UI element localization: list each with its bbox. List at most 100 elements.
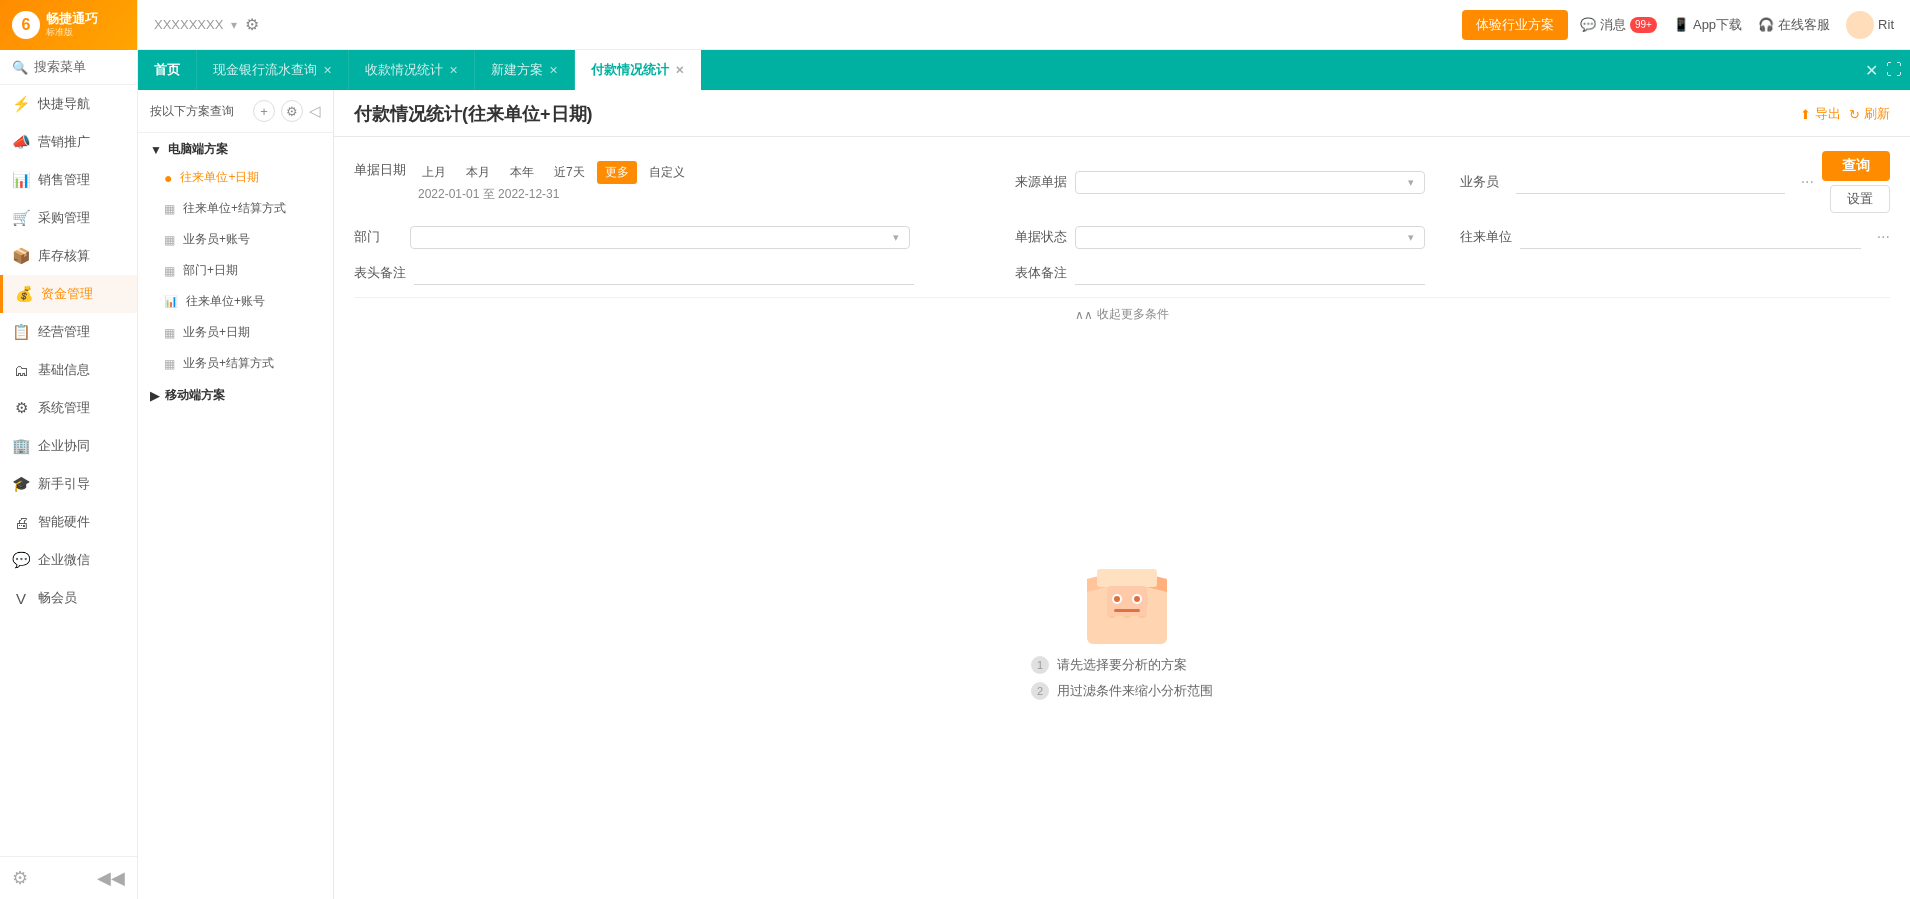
empty-illustration xyxy=(1062,544,1182,644)
online-service-btn[interactable]: 🎧 在线客服 xyxy=(1758,16,1830,34)
operations-icon: 📋 xyxy=(12,323,30,341)
scheme-item-icon-4: 📊 xyxy=(164,295,178,308)
empty-texts: 1 请先选择要分析的方案 2 用过滤条件来缩小分析范围 xyxy=(1031,656,1213,700)
scheme-item-staff-date[interactable]: ▦ 业务员+日期 xyxy=(138,317,333,348)
scheme-item-unit-date[interactable]: ● 往来单位+日期 xyxy=(138,162,333,193)
search-icon: 🔍 xyxy=(12,60,28,75)
sidebar-item-guide[interactable]: 🎓 新手引导 xyxy=(0,465,137,503)
scheme-item-staff-account[interactable]: ▦ 业务员+账号 xyxy=(138,224,333,255)
scheme-panel-header: 按以下方案查询 + ⚙ ◁ xyxy=(138,90,333,133)
tab-new-scheme-label: 新建方案 xyxy=(491,61,543,79)
body-note-input[interactable] xyxy=(1075,261,1425,285)
staff-label: 业务员 xyxy=(1460,173,1508,191)
page-actions: ⬆ 导出 ↻ 刷新 xyxy=(1800,105,1890,123)
step-num-2: 2 xyxy=(1031,682,1049,700)
header-note-input[interactable] xyxy=(414,261,914,285)
filter-row-3: 表头备注 表体备注 xyxy=(354,261,1890,285)
tab-new-scheme-close[interactable]: ✕ xyxy=(549,64,558,77)
sidebar-item-finance[interactable]: 💰 资金管理 xyxy=(0,275,137,313)
dept-select[interactable]: ▾ xyxy=(410,226,910,249)
app-download-label: App下载 xyxy=(1693,16,1742,34)
scheme-item-label: 业务员+日期 xyxy=(183,324,250,341)
tab-payments-close[interactable]: ✕ xyxy=(675,64,684,77)
scheme-item-unit-settle[interactable]: ▦ 往来单位+结算方式 xyxy=(138,193,333,224)
scheme-panel-title: 按以下方案查询 xyxy=(150,103,234,120)
scheme-item-staff-settle[interactable]: ▦ 业务员+结算方式 xyxy=(138,348,333,379)
scheme-group-desktop[interactable]: ▼ 电脑端方案 xyxy=(138,133,333,162)
refresh-btn[interactable]: ↻ 刷新 xyxy=(1849,105,1890,123)
date-last-7days[interactable]: 近7天 xyxy=(546,161,593,184)
counterpart-input[interactable] xyxy=(1520,225,1860,249)
export-btn[interactable]: ⬆ 导出 xyxy=(1800,105,1841,123)
date-this-year[interactable]: 本年 xyxy=(502,161,542,184)
scheme-item-label: 业务员+账号 xyxy=(183,231,250,248)
sidebar-item-operations[interactable]: 📋 经营管理 xyxy=(0,313,137,351)
sidebar-item-enterprise[interactable]: 🏢 企业协同 xyxy=(0,427,137,465)
collapse-sidebar-icon[interactable]: ◀◀ xyxy=(97,867,125,889)
counterpart-more-icon[interactable]: ··· xyxy=(1877,228,1890,246)
sidebar-item-label: 经营管理 xyxy=(38,323,90,341)
scheme-collapse-btn[interactable]: ◁ xyxy=(309,102,321,120)
collapse-more-btn[interactable]: ∧∧ 收起更多条件 xyxy=(354,297,1890,331)
sidebar-item-quick-nav[interactable]: ⚡ 快捷导航 xyxy=(0,85,137,123)
app-download-btn[interactable]: 📱 App下载 xyxy=(1673,16,1742,34)
add-scheme-btn[interactable]: + xyxy=(253,100,275,122)
scheme-item-unit-account[interactable]: 📊 往来单位+账号 xyxy=(138,286,333,317)
empty-step-2: 2 用过滤条件来缩小分析范围 xyxy=(1031,682,1213,700)
tab-payments-label: 付款情况统计 xyxy=(591,61,669,79)
source-label: 来源单据 xyxy=(1015,173,1067,191)
search-menu[interactable]: 🔍 搜索菜单 xyxy=(0,50,137,85)
tab-new-scheme[interactable]: 新建方案 ✕ xyxy=(475,50,575,90)
scheme-panel: 按以下方案查询 + ⚙ ◁ ▼ 电脑端方案 ● 往来单位+日期 ▦ 往来单位+结… xyxy=(138,90,334,899)
filter-settings-btn[interactable]: 设置 xyxy=(1830,185,1890,213)
settings-footer-icon[interactable]: ⚙ xyxy=(12,867,28,889)
tab-receivables-close[interactable]: ✕ xyxy=(449,64,458,77)
query-btn[interactable]: 查询 xyxy=(1822,151,1890,181)
svg-rect-15 xyxy=(1114,609,1140,612)
sidebar-item-member[interactable]: V 畅会员 xyxy=(0,579,137,617)
staff-more-icon[interactable]: ··· xyxy=(1801,173,1814,191)
sidebar-item-hardware[interactable]: 🖨 智能硬件 xyxy=(0,503,137,541)
topbar: XXXXXXXX ▾ ⚙ 体验行业方案 💬 消息 99+ 📱 App下载 🎧 在… xyxy=(138,0,1910,50)
scheme-item-dept-date[interactable]: ▦ 部门+日期 xyxy=(138,255,333,286)
sidebar-item-inventory[interactable]: 📦 库存核算 xyxy=(0,237,137,275)
sidebar-item-marketing[interactable]: 📣 营销推广 xyxy=(0,123,137,161)
trial-btn[interactable]: 体验行业方案 xyxy=(1462,10,1568,40)
user-avatar[interactable]: Rit xyxy=(1846,11,1894,39)
messages-btn[interactable]: 💬 消息 99+ xyxy=(1580,16,1657,34)
scheme-group-mobile[interactable]: ▶ 移动端方案 xyxy=(138,379,333,408)
sidebar-item-system[interactable]: ⚙ 系统管理 xyxy=(0,389,137,427)
page-title: 付款情况统计(往来单位+日期) xyxy=(354,102,593,126)
tab-payments[interactable]: 付款情况统计 ✕ xyxy=(575,50,701,90)
sidebar-item-purchase[interactable]: 🛒 采购管理 xyxy=(0,199,137,237)
close-tab-icon[interactable]: ✕ xyxy=(1865,61,1878,80)
sidebar-item-sales[interactable]: 📊 销售管理 xyxy=(0,161,137,199)
headset-icon: 🎧 xyxy=(1758,17,1774,32)
scheme-settings-btn[interactable]: ⚙ xyxy=(281,100,303,122)
date-this-month[interactable]: 本月 xyxy=(458,161,498,184)
tab-cash-flow[interactable]: 现金银行流水查询 ✕ xyxy=(197,50,349,90)
sidebar-item-wechat[interactable]: 💬 企业微信 xyxy=(0,541,137,579)
date-custom[interactable]: 自定义 xyxy=(641,161,693,184)
tab-receivables[interactable]: 收款情况统计 ✕ xyxy=(349,50,475,90)
logo-text: 畅捷通巧 标准版 xyxy=(46,11,98,40)
expand-tab-icon[interactable]: ⛶ xyxy=(1886,61,1902,80)
sidebar-item-basic-info[interactable]: 🗂 基础信息 xyxy=(0,351,137,389)
filter-area: 单据日期 上月 本月 本年 近7天 更多 自定义 2022-01-01 至 20… xyxy=(334,137,1910,345)
sidebar-item-label: 企业协同 xyxy=(38,437,90,455)
staff-input[interactable] xyxy=(1516,170,1784,194)
tab-cash-flow-close[interactable]: ✕ xyxy=(323,64,332,77)
query-btn-area: 查询 设置 xyxy=(1822,151,1890,213)
date-more[interactable]: 更多 xyxy=(597,161,637,184)
svg-point-14 xyxy=(1134,596,1140,602)
voucher-status-select[interactable]: ▾ xyxy=(1075,226,1425,249)
tab-home[interactable]: 首页 xyxy=(138,50,197,90)
sidebar-item-label: 智能硬件 xyxy=(38,513,90,531)
date-last-month[interactable]: 上月 xyxy=(414,161,454,184)
dept-select-arrow: ▾ xyxy=(893,231,899,244)
source-select[interactable]: ▾ xyxy=(1075,171,1425,194)
topbar-settings-icon[interactable]: ⚙ xyxy=(245,15,259,34)
dept-label: 部门 xyxy=(354,228,402,246)
messages-badge: 99+ xyxy=(1630,17,1657,33)
company-dropdown-icon[interactable]: ▾ xyxy=(231,18,237,32)
